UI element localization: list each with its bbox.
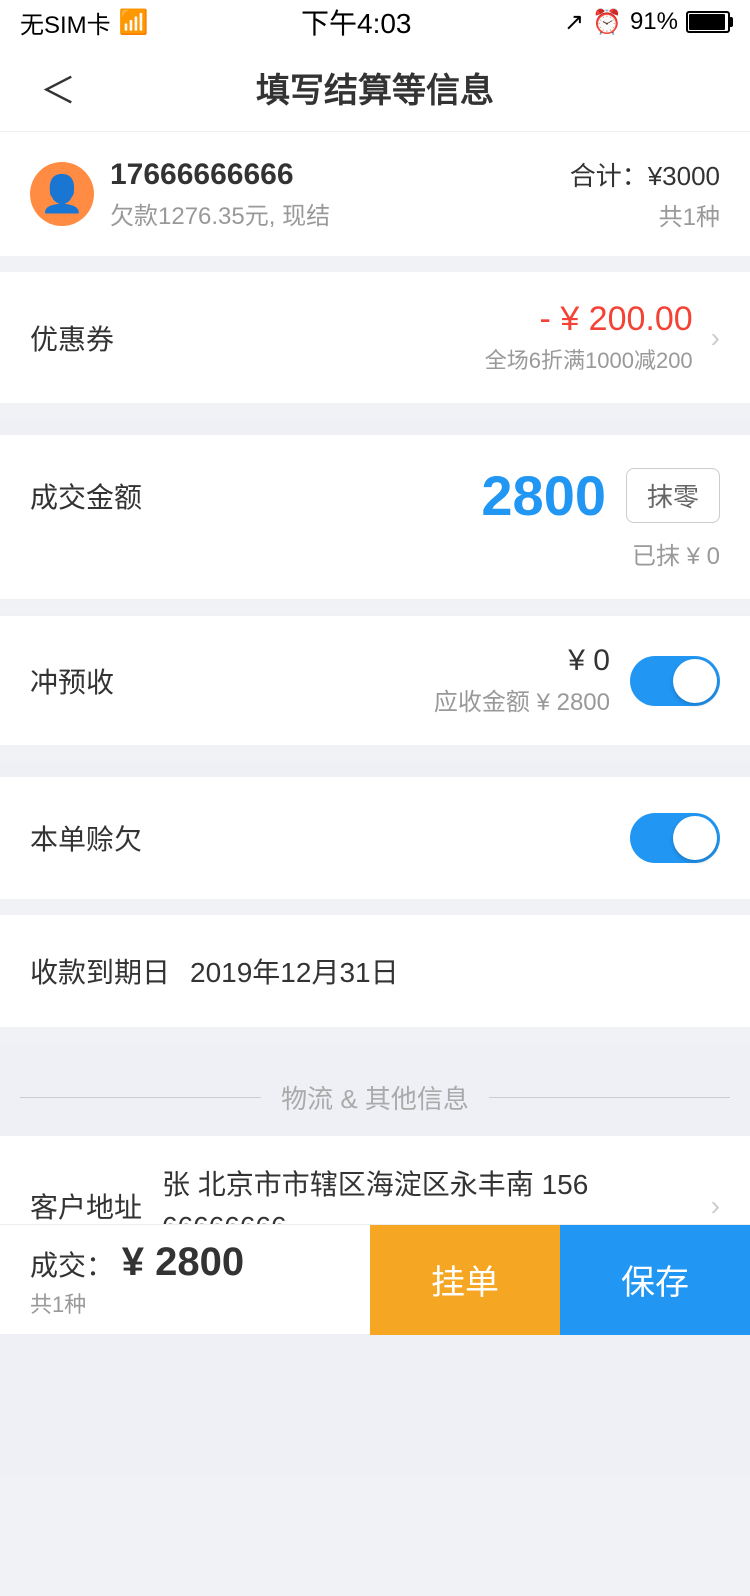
coupon-desc: 全场6折满1000减200 [485, 343, 693, 375]
divider-label: 物流 & 其他信息 [281, 1079, 469, 1116]
bottom-count: 共1种 [30, 1287, 340, 1319]
prepay-toggle[interactable] [630, 656, 720, 706]
avatar: 👤 [30, 162, 94, 226]
nav-title: 填写结算等信息 [256, 63, 494, 112]
save-button[interactable]: 保存 [560, 1225, 750, 1335]
address-chevron-icon: › [711, 1190, 720, 1222]
customer-card: 👤 17666666666 欠款1276.35元, 现结 合计：¥3000 共1… [0, 132, 750, 256]
transaction-section: 成交金额 2800 抹零 已抹 ¥ 0 [0, 435, 750, 599]
coupon-right: - ¥ 200.00 全场6折满1000减200 › [485, 300, 720, 375]
status-bar: 无SIM卡 📶 下午4:03 ↗ ⏰ 91% [0, 0, 750, 44]
prepay-amount: ¥ 0 [434, 644, 610, 678]
divider-section: 物流 & 其他信息 [0, 1059, 750, 1136]
coupon-info: - ¥ 200.00 全场6折满1000减200 [485, 300, 693, 375]
prepay-label: 冲预收 [30, 661, 114, 701]
alarm-icon: ⏰ [592, 8, 622, 37]
status-time: 下午4:03 [301, 2, 412, 42]
battery-icon [686, 11, 730, 33]
debt-toggle[interactable] [630, 813, 720, 863]
prepay-toggle-knob [673, 659, 717, 703]
due-date-row: 收款到期日 2019年12月31日 [0, 915, 750, 1027]
round-zero-button[interactable]: 抹零 [626, 468, 720, 523]
back-button[interactable]: ＜ [30, 52, 86, 124]
customer-phone: 17666666666 [110, 158, 330, 192]
address-label: 客户地址 [30, 1186, 142, 1226]
status-left: 无SIM卡 📶 [20, 5, 149, 40]
divider-line-right [489, 1097, 730, 1098]
prepay-row: 冲预收 ¥ 0 应收金额 ¥ 2800 [0, 615, 750, 745]
prepay-amount-block: ¥ 0 应收金额 ¥ 2800 [434, 644, 610, 717]
gray-spacer-3 [0, 1043, 750, 1059]
content: 👤 17666666666 欠款1276.35元, 现结 合计：¥3000 共1… [0, 132, 750, 1596]
coupon-row[interactable]: 优惠券 - ¥ 200.00 全场6折满1000减200 › [0, 272, 750, 403]
customer-debt: 欠款1276.35元, 现结 [110, 196, 330, 231]
debt-row: 本单赊欠 [0, 777, 750, 899]
prepay-sub: 应收金额 ¥ 2800 [434, 682, 610, 717]
amount-right: 2800 抹零 [481, 463, 720, 528]
hang-order-button[interactable]: 挂单 [370, 1225, 560, 1335]
gray-spacer-2 [0, 761, 750, 777]
customer-info: 17666666666 欠款1276.35元, 现结 [110, 158, 330, 231]
total-count: 共1种 [570, 197, 720, 232]
gray-spacer-1 [0, 419, 750, 435]
avatar-icon: 👤 [40, 173, 85, 215]
customer-left: 👤 17666666666 欠款1276.35元, 现结 [30, 158, 330, 231]
battery-percent: 91% [630, 8, 678, 36]
due-date-value: 2019年12月31日 [190, 951, 399, 991]
bottom-amount: ¥ 2800 [122, 1240, 244, 1284]
total-label: 合计：¥3000 [570, 156, 720, 193]
divider-line-left [20, 1097, 261, 1098]
debt-label: 本单赊欠 [30, 818, 142, 858]
nav-bar: ＜ 填写结算等信息 [0, 44, 750, 132]
prepay-section: 冲预收 ¥ 0 应收金额 ¥ 2800 [0, 615, 750, 745]
due-date-label: 收款到期日 [30, 951, 170, 991]
amount-value: 2800 [481, 463, 606, 528]
coupon-chevron-icon: › [711, 322, 720, 354]
coupon-amount: - ¥ 200.00 [485, 300, 693, 339]
amount-label: 成交金额 [30, 476, 142, 516]
amount-sub: 已抹 ¥ 0 [30, 536, 720, 571]
bottom-amount-line: 成交： ¥ 2800 [30, 1240, 340, 1285]
bottom-amount-label: 成交： [30, 1250, 114, 1281]
status-right: ↗ ⏰ 91% [564, 8, 730, 37]
coupon-label: 优惠券 [30, 318, 114, 358]
bottom-info: 成交： ¥ 2800 共1种 [0, 1240, 370, 1319]
no-sim-label: 无SIM卡 [20, 5, 111, 40]
customer-right: 合计：¥3000 共1种 [570, 156, 720, 232]
debt-toggle-knob [673, 816, 717, 860]
wifi-icon: 📶 [119, 8, 149, 37]
amount-row: 成交金额 2800 抹零 [30, 463, 720, 528]
prepay-right: ¥ 0 应收金额 ¥ 2800 [434, 644, 720, 717]
bottom-bar: 成交： ¥ 2800 共1种 挂单 保存 [0, 1224, 750, 1334]
location-icon: ↗ [564, 8, 584, 37]
coupon-section: 优惠券 - ¥ 200.00 全场6折满1000减200 › [0, 272, 750, 403]
